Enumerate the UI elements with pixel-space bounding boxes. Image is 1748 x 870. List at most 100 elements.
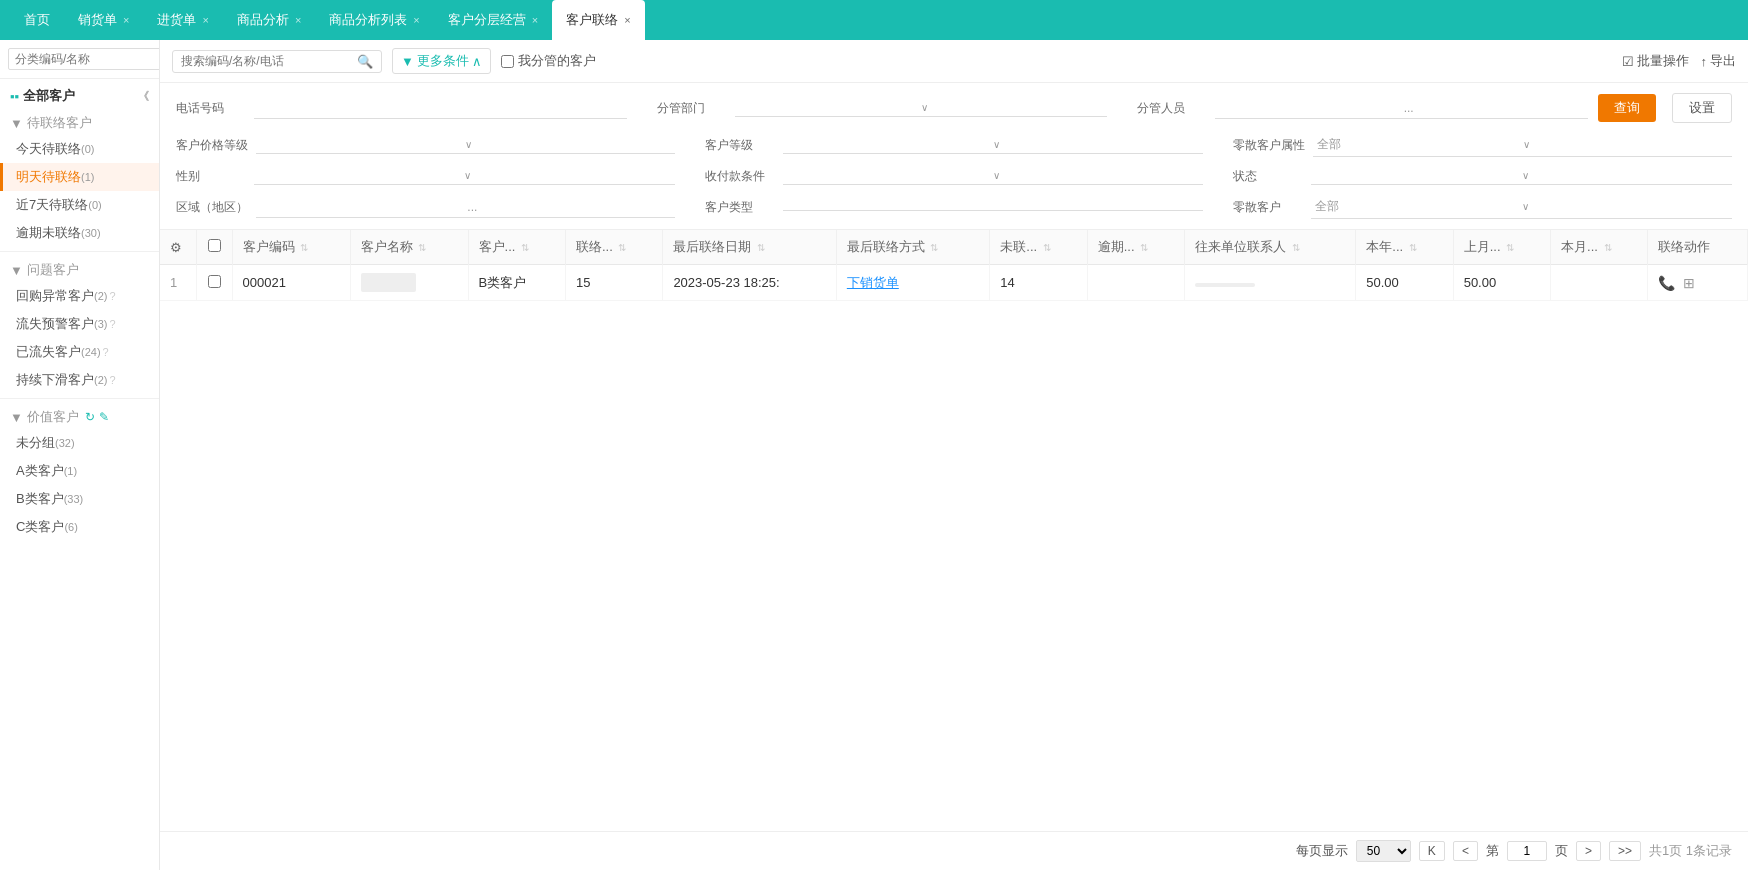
col-this-month[interactable]: 本月... ⇅: [1551, 230, 1648, 265]
close-icon[interactable]: ×: [123, 14, 129, 26]
sidebar-search-input[interactable]: [8, 48, 160, 70]
close-icon[interactable]: ×: [624, 14, 630, 26]
call-icon[interactable]: 📞: [1658, 275, 1675, 291]
bulk-op-btn[interactable]: ☑ 批量操作: [1622, 52, 1689, 70]
nav-item-3[interactable]: 商品分析列表 ×: [315, 0, 433, 40]
info-icon: ?: [103, 346, 109, 358]
region-select[interactable]: ...: [256, 197, 675, 218]
nav-home[interactable]: 首页: [10, 0, 64, 40]
manager-select[interactable]: ...: [1215, 98, 1588, 119]
sidebar-item-c-class[interactable]: C类客户 (6): [0, 513, 159, 541]
filter-search-icon[interactable]: 🔍: [357, 54, 373, 69]
col-type[interactable]: 客户... ⇅: [468, 230, 565, 265]
col-code[interactable]: 客户编码 ⇅: [232, 230, 350, 265]
nav-item-4[interactable]: 客户分层经营 ×: [434, 0, 552, 40]
filter-search-input[interactable]: [181, 54, 351, 68]
col-overdue[interactable]: 逾期... ⇅: [1087, 230, 1184, 265]
close-icon[interactable]: ×: [532, 14, 538, 26]
col-unreached[interactable]: 未联... ⇅: [990, 230, 1087, 265]
my-customers-check[interactable]: [501, 55, 514, 68]
sidebar-item-today[interactable]: 今天待联络 (0): [0, 135, 159, 163]
row-index: 1: [160, 265, 196, 301]
chevron-down-icon: ∨: [1522, 201, 1728, 212]
my-customers-checkbox[interactable]: 我分管的客户: [501, 52, 596, 70]
first-page-btn[interactable]: K: [1419, 841, 1445, 861]
sidebar-item-repurchase[interactable]: 回购异常客户 (2) ?: [0, 282, 159, 310]
page-input[interactable]: [1507, 841, 1547, 861]
dept-select[interactable]: ∨: [735, 99, 1108, 117]
sidebar-item-ungrouped[interactable]: 未分组 (32): [0, 429, 159, 457]
filter-row-4: 区域（地区） ... 客户类型 零散客户 全部 ∨: [176, 195, 1732, 219]
nav-item-5[interactable]: 客户联络 ×: [552, 0, 644, 40]
filter-field-region: 区域（地区） ...: [176, 197, 675, 218]
sort-icon: ⇅: [1292, 242, 1300, 253]
sidebar-all-customers[interactable]: ▪▪ 全部客户 《: [0, 79, 159, 109]
row-last-method[interactable]: 下销货单: [836, 265, 989, 301]
level-select[interactable]: ∨: [783, 136, 1204, 154]
col-last-date[interactable]: 最后联络日期 ⇅: [663, 230, 836, 265]
col-unit-contact[interactable]: 往来单位联系人 ⇅: [1185, 230, 1356, 265]
advanced-filter: 电话号码 分管部门 ∨ 分管人员 ... 查: [160, 83, 1748, 230]
sidebar-item-b-class[interactable]: B类客户 (33): [0, 485, 159, 513]
nav-item-2[interactable]: 商品分析 ×: [223, 0, 315, 40]
row-checkbox[interactable]: [208, 275, 221, 288]
chevron-down-icon: ∨: [993, 170, 1199, 181]
sidebar-problem-group: ▼ 问题客户: [0, 256, 159, 282]
chevron-up-icon: ∧: [472, 54, 482, 69]
row-overdue: [1087, 265, 1184, 301]
chevron-down-icon: ∨: [921, 102, 1103, 113]
more-icon[interactable]: ...: [467, 200, 670, 214]
close-icon[interactable]: ×: [295, 14, 301, 26]
close-icon[interactable]: ×: [413, 14, 419, 26]
grid-icon[interactable]: ⊞: [1683, 275, 1695, 291]
customer-type-select[interactable]: [783, 204, 1204, 211]
sidebar-item-7days[interactable]: 近7天待联络 (0): [0, 191, 159, 219]
select-all-checkbox[interactable]: [208, 239, 221, 252]
sidebar-item-declining[interactable]: 持续下滑客户 (2) ?: [0, 366, 159, 394]
last-page-btn[interactable]: >>: [1609, 841, 1641, 861]
chevron-down-icon: ∨: [1522, 170, 1728, 181]
col-gear[interactable]: ⚙: [160, 230, 196, 265]
sidebar-item-a-class[interactable]: A类客户 (1): [0, 457, 159, 485]
col-last-month[interactable]: 上月... ⇅: [1453, 230, 1550, 265]
phone-input[interactable]: [254, 98, 627, 119]
col-name[interactable]: 客户名称 ⇅: [350, 230, 468, 265]
filter-field-status: 状态 ∨: [1233, 167, 1732, 185]
filter-field-level: 客户等级 ∨: [705, 136, 1204, 154]
gender-select[interactable]: ∨: [254, 167, 675, 185]
price-level-select[interactable]: ∨: [256, 136, 675, 154]
row-this-year: 50.00: [1356, 265, 1453, 301]
col-this-year[interactable]: 本年... ⇅: [1356, 230, 1453, 265]
refresh-icon[interactable]: ↻: [85, 410, 95, 424]
more-conditions-btn[interactable]: ▼ 更多条件 ∧: [392, 48, 491, 74]
retail-attr-select[interactable]: 全部 ∨: [1313, 133, 1732, 157]
reset-btn[interactable]: 设置: [1672, 93, 1732, 123]
payment-select[interactable]: ∨: [783, 167, 1204, 185]
page-size-select[interactable]: 50 20 100: [1356, 840, 1411, 862]
retail-customer-select[interactable]: 全部 ∨: [1311, 195, 1732, 219]
sort-icon: ⇅: [1140, 242, 1148, 253]
sidebar-item-churned[interactable]: 已流失客户 (24) ?: [0, 338, 159, 366]
prev-page-btn[interactable]: <: [1453, 841, 1478, 861]
status-select[interactable]: ∨: [1311, 167, 1732, 185]
sidebar-item-churn-warning[interactable]: 流失预警客户 (3) ?: [0, 310, 159, 338]
nav-item-0[interactable]: 销货单 ×: [64, 0, 143, 40]
close-icon[interactable]: ×: [202, 14, 208, 26]
nav-item-1[interactable]: 进货单 ×: [143, 0, 222, 40]
col-checkbox[interactable]: [196, 230, 232, 265]
export-btn[interactable]: ↑ 导出: [1701, 52, 1737, 70]
col-last-method[interactable]: 最后联络方式 ⇅: [836, 230, 989, 265]
row-checkbox-cell[interactable]: [196, 265, 232, 301]
more-icon[interactable]: ...: [1404, 101, 1584, 115]
edit-icon[interactable]: ✎: [99, 410, 109, 424]
sidebar-item-overdue[interactable]: 逾期未联络 (30): [0, 219, 159, 247]
sidebar-item-tomorrow[interactable]: 明天待联络 (1): [0, 163, 159, 191]
content-area: 🔍 ▼ 更多条件 ∧ 我分管的客户 ☑ 批量操作 ↑ 导出: [160, 40, 1748, 870]
filter-field-customer-type: 客户类型: [705, 199, 1204, 216]
col-contact[interactable]: 联络... ⇅: [565, 230, 662, 265]
query-btn[interactable]: 查询: [1598, 94, 1656, 122]
sidebar-pending-group: ▼ 待联络客户: [0, 109, 159, 135]
next-page-btn[interactable]: >: [1576, 841, 1601, 861]
page-suffix: 页: [1555, 842, 1568, 860]
chevron-down-icon: ∨: [465, 139, 670, 150]
